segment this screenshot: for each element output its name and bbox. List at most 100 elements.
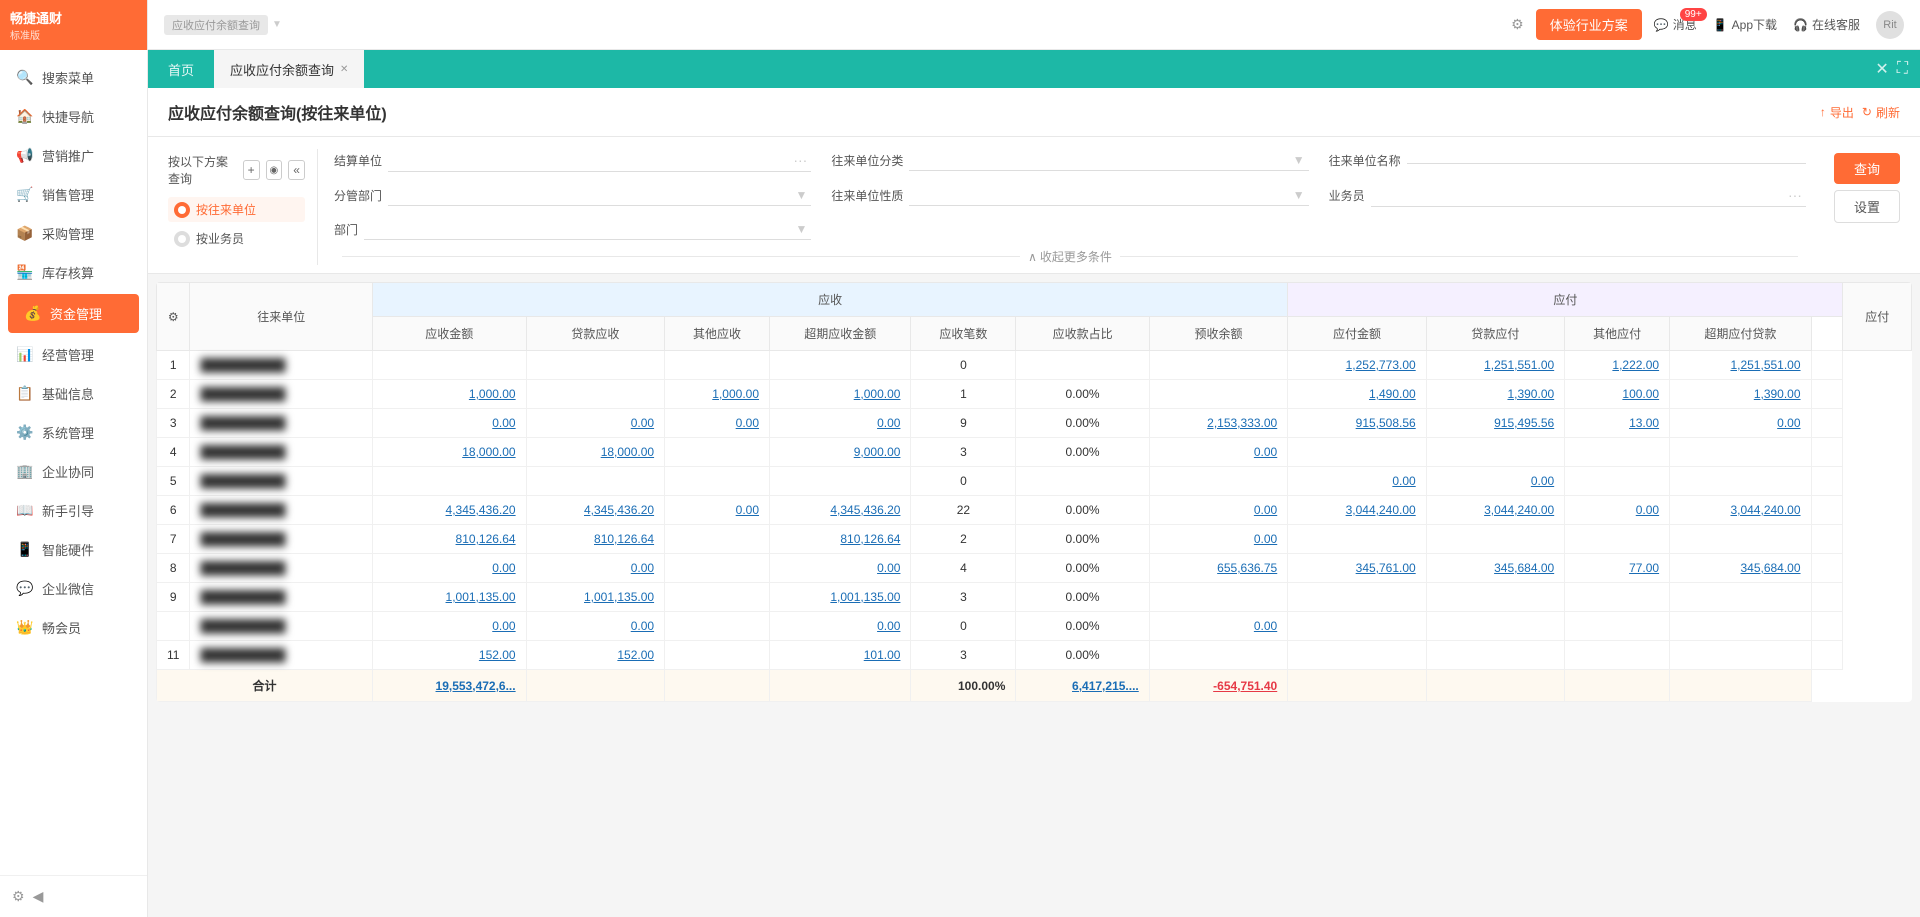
sidebar-item-search[interactable]: 🔍 搜索菜单	[0, 58, 147, 97]
row-index: 11	[157, 641, 190, 670]
row-index: 6	[157, 496, 190, 525]
page-header: 应收应付余额查询(按往来单位) ↑ 导出 ↻ 刷新	[148, 88, 1920, 137]
filter-collapse-btn[interactable]: ∧ 收起更多条件	[334, 248, 1806, 265]
sidebar-item-system[interactable]: ⚙️ 系统管理	[0, 413, 147, 452]
row-index: 9	[157, 583, 190, 612]
marketing-icon: 📢	[16, 147, 34, 164]
row-partner: ██████████	[190, 641, 372, 670]
filter-panel-by-salesperson[interactable]: 按业务员	[168, 226, 305, 251]
service-icon: 🎧	[1793, 18, 1808, 32]
table-row: ██████████0.000.000.0000.00%0.00	[157, 612, 1912, 641]
sidebar-label-operations: 经营管理	[42, 345, 94, 364]
table-settings-icon[interactable]: ⚙	[168, 310, 179, 324]
filter-add-btn[interactable]: +	[243, 160, 260, 180]
maximize-btn[interactable]: ⛶	[1897, 60, 1908, 78]
table-row: 3██████████0.000.000.000.0090.00%2,153,3…	[157, 409, 1912, 438]
tab-report[interactable]: 应收应付余额查询 ✕	[214, 50, 364, 88]
filter-panel-by-customer[interactable]: 按往来单位	[168, 197, 305, 222]
sidebar-label-inventory: 库存核算	[42, 263, 94, 282]
set-btn[interactable]: 设置	[1834, 190, 1900, 223]
tab-close-icon[interactable]: ✕	[340, 64, 348, 75]
sidebar-label-sales: 销售管理	[42, 185, 94, 204]
export-icon: ↑	[1820, 105, 1826, 119]
sidebar-item-basicinfo[interactable]: 📋 基础信息	[0, 374, 147, 413]
footer-collapse-btn[interactable]: ◀	[33, 888, 44, 905]
sidebar-item-quicknav[interactable]: 🏠 快捷导航	[0, 97, 147, 136]
data-table: ⚙ 往来单位 应收 应付 应付 应收金额 贷款应收	[156, 282, 1912, 702]
row-index: 3	[157, 409, 190, 438]
partner-nature-chevron: ▼	[1293, 188, 1305, 202]
filter-partner-category: 往来单位分类 ▼	[831, 149, 1308, 172]
sidebar-item-weixin[interactable]: 💬 企业微信	[0, 569, 147, 608]
breadcrumb-text: 应收应付余额查询	[164, 15, 268, 35]
sidebar-item-guide[interactable]: 📖 新手引导	[0, 491, 147, 530]
sidebar-item-sales[interactable]: 🛒 销售管理	[0, 175, 147, 214]
dept-manager-label: 分管部门	[334, 187, 382, 204]
sidebar-item-finance[interactable]: 💰 资金管理	[8, 294, 139, 333]
th-prepaid-balance: 预收余额	[1149, 317, 1287, 351]
total-prepaid-balance[interactable]: 6,417,215....	[1016, 670, 1149, 702]
filter-salesperson: 业务员 ···	[1329, 184, 1806, 207]
sidebar-logo: 畅捷通财 标准版	[0, 0, 147, 50]
th-settings[interactable]: ⚙	[157, 283, 190, 351]
sidebar-item-enterprise[interactable]: 🏢 企业协同	[0, 452, 147, 491]
sidebar-label-basicinfo: 基础信息	[42, 384, 94, 403]
sidebar-item-operations[interactable]: 📊 经营管理	[0, 335, 147, 374]
member-icon: 👑	[16, 619, 34, 636]
sidebar-item-member[interactable]: 👑 畅会员	[0, 608, 147, 647]
sidebar-label-purchase: 采购管理	[42, 224, 94, 243]
guide-icon: 📖	[16, 502, 34, 519]
row-partner: ██████████	[190, 525, 372, 554]
filter-expand-btn[interactable]: «	[288, 160, 305, 180]
table-row: 9██████████1,001,135.001,001,135.001,001…	[157, 583, 1912, 612]
main-area: 应收应付余额查询 ▼ ⚙ 体验行业方案 💬 消息 99+ 📱 App下载 🎧 在…	[148, 0, 1920, 917]
sidebar-label-system: 系统管理	[42, 423, 94, 442]
inventory-icon: 🏪	[16, 264, 34, 281]
download-btn[interactable]: 📱 App下载	[1713, 16, 1777, 33]
tabbar: 首页 应收应付余额查询 ✕ ✕ ⛶	[148, 50, 1920, 88]
salesperson-label: 业务员	[1329, 187, 1365, 204]
by-customer-icon	[174, 202, 190, 218]
table-row: 4██████████18,000.0018,000.009,000.0030.…	[157, 438, 1912, 467]
row-index: 1	[157, 351, 190, 380]
search-icon: 🔍	[16, 69, 34, 86]
user-avatar[interactable]: Rit	[1876, 11, 1904, 39]
tab-report-label: 应收应付余额查询	[230, 60, 334, 79]
export-btn[interactable]: ↑ 导出	[1820, 104, 1854, 121]
hardware-icon: 📱	[16, 541, 34, 558]
sidebar-item-hardware[interactable]: 📱 智能硬件	[0, 530, 147, 569]
tab-home[interactable]: 首页	[148, 50, 214, 88]
filter-dept: 部门 ▼	[334, 219, 811, 240]
row-partner: ██████████	[190, 583, 372, 612]
filter-setting-btn[interactable]: ◉	[266, 160, 283, 180]
sidebar-label-weixin: 企业微信	[42, 579, 94, 598]
close-window-btn[interactable]: ✕	[1875, 59, 1888, 79]
dept-chevron: ▼	[795, 222, 807, 236]
refresh-btn[interactable]: ↻ 刷新	[1862, 104, 1900, 121]
message-btn[interactable]: 💬 消息 99+	[1654, 16, 1697, 33]
sidebar-item-purchase[interactable]: 📦 采购管理	[0, 214, 147, 253]
th-receivable-amount: 应收金额	[372, 317, 526, 351]
page: 应收应付余额查询(按往来单位) ↑ 导出 ↻ 刷新	[148, 88, 1920, 702]
table-scroll[interactable]: ⚙ 往来单位 应收 应付 应付 应收金额 贷款应收	[156, 282, 1912, 702]
sidebar-item-marketing[interactable]: 📢 营销推广	[0, 136, 147, 175]
total-receivable-amount[interactable]: 19,553,472,6...	[372, 670, 526, 702]
footer-settings-btn[interactable]: ⚙	[12, 888, 25, 905]
service-btn[interactable]: 🎧 在线客服	[1793, 16, 1860, 33]
total-label: 合计	[157, 670, 373, 702]
row-index: 5	[157, 467, 190, 496]
th-loan-receivable: 贷款应收	[526, 317, 664, 351]
sidebar-item-inventory[interactable]: 🏪 库存核算	[0, 253, 147, 292]
message-badge: 99+	[1680, 8, 1707, 21]
row-partner: ██████████	[190, 409, 372, 438]
industry-solution-btn[interactable]: 体验行业方案	[1536, 9, 1642, 40]
user-name: Rit	[1883, 19, 1896, 31]
row-partner: ██████████	[190, 496, 372, 525]
th-payable-group: 应付	[1288, 283, 1843, 317]
by-salesperson-label: 按业务员	[196, 230, 244, 247]
query-btn[interactable]: 查询	[1834, 153, 1900, 184]
total-payable-amount[interactable]: -654,751.40	[1149, 670, 1287, 702]
content-area: 应收应付余额查询(按往来单位) ↑ 导出 ↻ 刷新	[148, 88, 1920, 917]
dept-manager-chevron: ▼	[795, 188, 807, 202]
settings-icon[interactable]: ⚙	[1511, 16, 1524, 33]
